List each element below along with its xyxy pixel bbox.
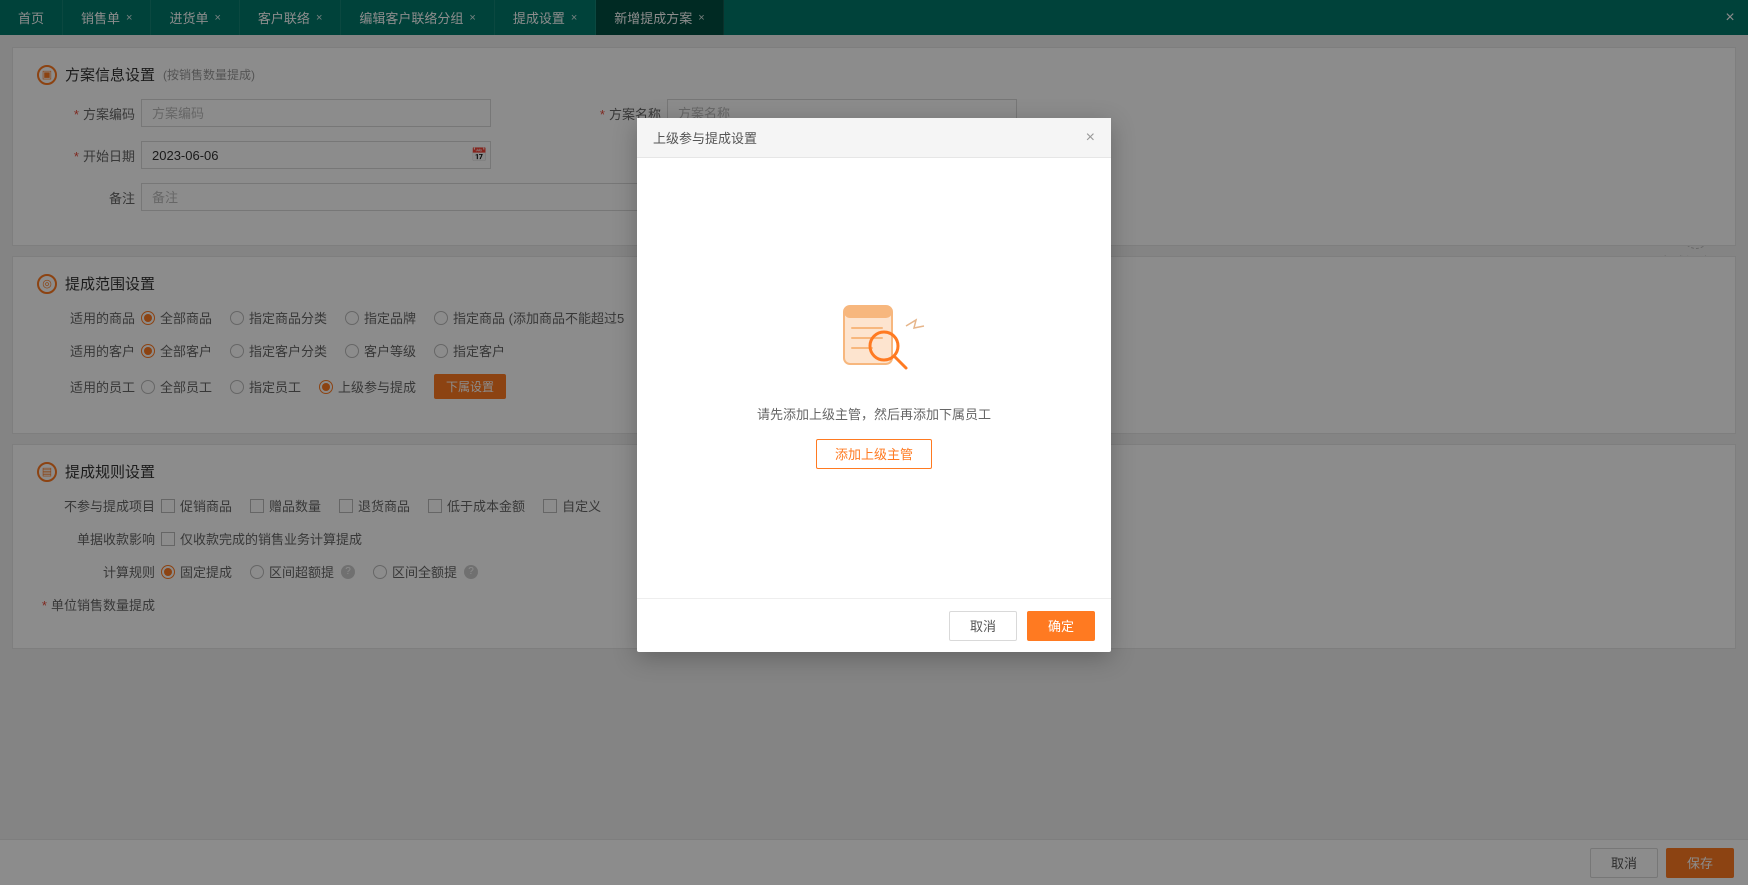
modal-body: 请先添加上级主管，然后再添加下属员工 添加上级主管	[637, 158, 1111, 598]
modal-dialog: 上级参与提成设置 × 请先添加上级主管，然后再添加下属员工 添加上级主管 取消 …	[637, 118, 1111, 652]
modal-cancel-button[interactable]: 取消	[949, 611, 1017, 641]
close-icon[interactable]: ×	[1086, 129, 1095, 147]
empty-state-text: 请先添加上级主管，然后再添加下属员工	[757, 404, 991, 423]
add-supervisor-button[interactable]: 添加上级主管	[816, 439, 932, 469]
modal-header: 上级参与提成设置 ×	[637, 118, 1111, 158]
modal-overlay[interactable]: 上级参与提成设置 × 请先添加上级主管，然后再添加下属员工 添加上级主管 取消 …	[0, 0, 1748, 885]
modal-footer: 取消 确定	[637, 598, 1111, 652]
modal-title: 上级参与提成设置	[653, 128, 757, 147]
modal-confirm-button[interactable]: 确定	[1027, 611, 1095, 641]
empty-state-icon	[814, 288, 934, 388]
